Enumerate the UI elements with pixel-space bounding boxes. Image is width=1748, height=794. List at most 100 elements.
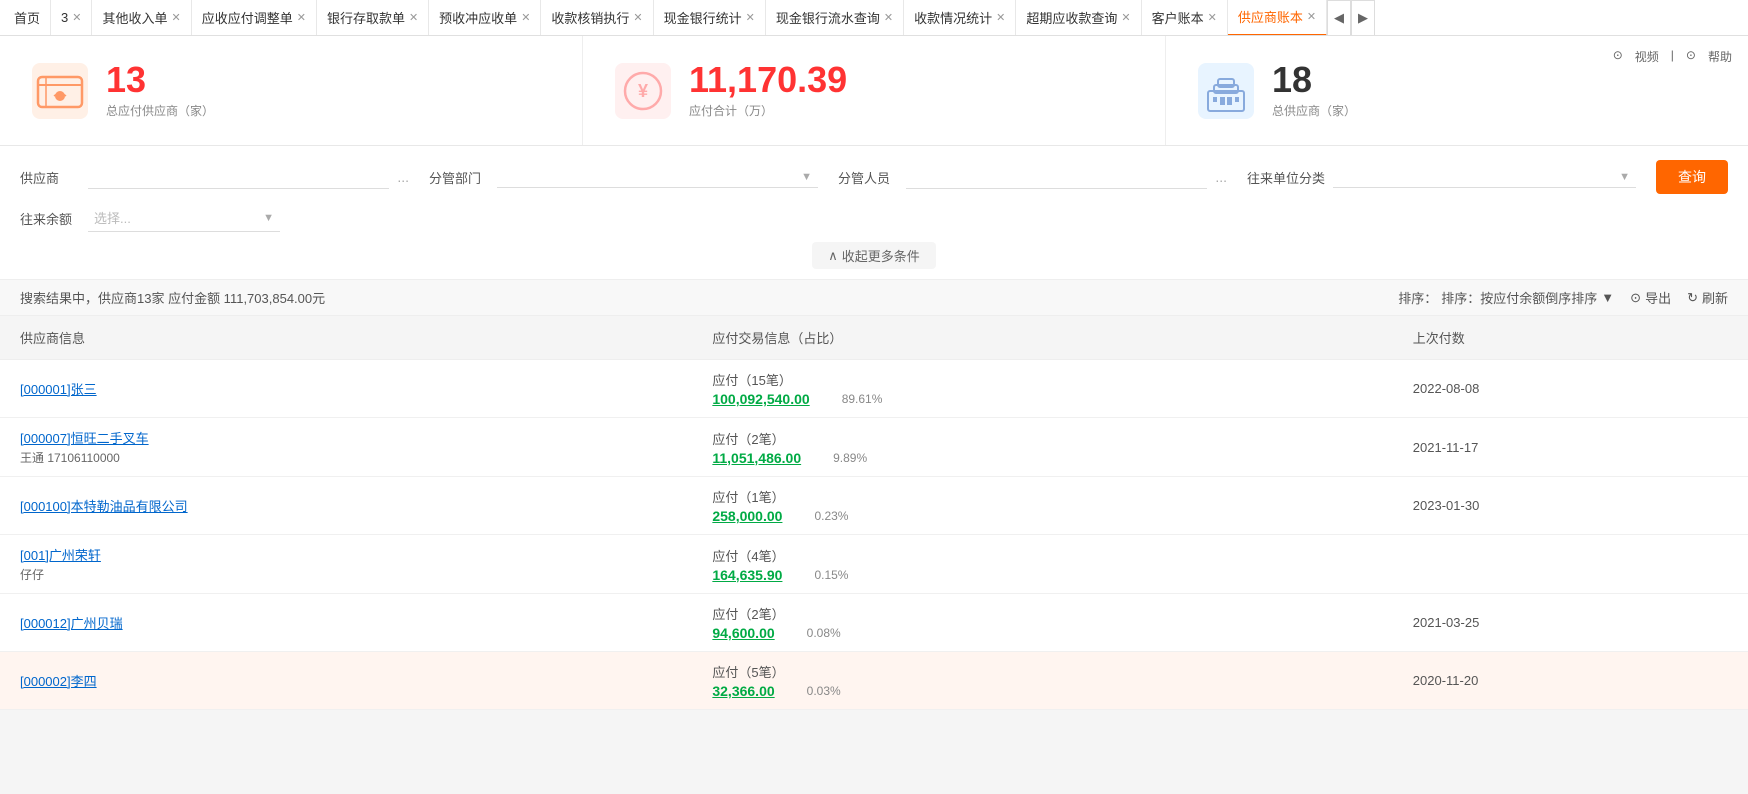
category-label: 往来单位分类 <box>1247 168 1325 187</box>
person-dots[interactable]: ... <box>1215 169 1227 185</box>
refresh-button[interactable]: ↻ 刷新 <box>1687 288 1728 307</box>
balance-select[interactable]: 选择... ▼ <box>88 204 280 232</box>
video-link[interactable]: 视频 <box>1635 48 1659 65</box>
close-tab-cash-bank-stat[interactable]: ✕ <box>746 11 755 24</box>
col-header-tx: 应付交易信息（占比） <box>692 316 1392 360</box>
tab-supplier-account[interactable]: 供应商账本 ✕ <box>1228 0 1327 36</box>
tab-collection-stat[interactable]: 收款情况统计 ✕ <box>904 0 1016 36</box>
close-tab-3[interactable]: ✕ <box>72 11 81 24</box>
svg-text:¥: ¥ <box>638 81 648 101</box>
tx-label: 应付（2笔） <box>712 604 1372 623</box>
close-tab-overdue[interactable]: ✕ <box>1121 11 1130 24</box>
filter-category: 往来单位分类 ▼ <box>1247 167 1636 188</box>
last-payment-cell: 2021-11-17 <box>1393 418 1748 477</box>
collapse-button[interactable]: ∧ 收起更多条件 <box>812 242 936 269</box>
result-actions: 排序： 排序：按应付余额倒序排序 ▼ ⊙ 导出 ↻ 刷新 <box>1398 288 1728 307</box>
col-header-last-payment: 上次付数 <box>1393 316 1748 360</box>
dept-select[interactable]: ▼ <box>497 167 818 188</box>
sort-select[interactable]: 排序： 排序：按应付余额倒序排序 ▼ <box>1398 288 1614 307</box>
close-tab-customer-account[interactable]: ✕ <box>1208 11 1217 24</box>
amount-link[interactable]: 11,051,486.00 <box>712 450 801 466</box>
last-payment-cell: 2023-01-30 <box>1393 477 1748 535</box>
query-button[interactable]: 查询 <box>1656 160 1728 194</box>
tx-percentage: 89.61% <box>842 392 883 406</box>
supplier-dots[interactable]: ... <box>397 169 409 185</box>
tab-adjustment[interactable]: 应收应付调整单 ✕ <box>192 0 317 36</box>
close-tab-prepay[interactable]: ✕ <box>521 11 530 24</box>
close-tab-collection[interactable]: ✕ <box>633 11 642 24</box>
nav-arrow-left[interactable]: ◀ <box>1327 0 1351 36</box>
amount-link[interactable]: 100,092,540.00 <box>712 391 809 407</box>
filter-area: 供应商 ... 分管部门 ▼ 分管人员 ... 往来单位分类 ▼ 查询 <box>0 146 1748 280</box>
supplier-link[interactable]: [001]广州荣轩 <box>20 548 101 563</box>
supplier-link[interactable]: [000012]广州贝瑞 <box>20 616 123 631</box>
close-tab-collection-stat[interactable]: ✕ <box>996 11 1005 24</box>
supplier-link[interactable]: [000002]李四 <box>20 674 97 689</box>
close-tab-supplier-account[interactable]: ✕ <box>1307 10 1316 23</box>
top-right-links: ⊙ 视频 | ⊙ 帮助 <box>1613 48 1732 65</box>
payable-suppliers-number: 13 <box>106 62 214 98</box>
total-suppliers-number: 18 <box>1272 62 1356 98</box>
last-payment-date: 2021-11-17 <box>1413 440 1479 455</box>
balance-chevron-down-icon: ▼ <box>263 212 274 224</box>
tab-customer-account[interactable]: 客户账本 ✕ <box>1142 0 1228 36</box>
help-link[interactable]: 帮助 <box>1708 48 1732 65</box>
tab-collection[interactable]: 收款核销执行 ✕ <box>541 0 653 36</box>
tx-cell: 应付（2笔） 11,051,486.00 9.89% <box>692 418 1392 477</box>
filter-person: 分管人员 ... <box>838 165 1227 189</box>
supplier-link[interactable]: [000100]本特勒油品有限公司 <box>20 499 188 514</box>
tab-home[interactable]: 首页 <box>4 0 51 36</box>
close-tab-bank-deposit[interactable]: ✕ <box>409 11 418 24</box>
export-icon: ⊙ <box>1630 290 1641 306</box>
supplier-input[interactable] <box>88 165 389 189</box>
tab-bank-deposit[interactable]: 银行存取款单 ✕ <box>317 0 429 36</box>
payable-suppliers-label: 总应付供应商（家） <box>106 102 214 119</box>
close-tab-cash-flow[interactable]: ✕ <box>884 11 893 24</box>
supplier-link[interactable]: [000001]张三 <box>20 382 97 397</box>
last-payment-date: 2021-03-25 <box>1413 615 1480 630</box>
category-select[interactable]: ▼ <box>1333 167 1636 188</box>
balance-label: 往来余额 <box>20 209 80 228</box>
close-tab-other-income[interactable]: ✕ <box>171 11 180 24</box>
export-button[interactable]: ⊙ 导出 <box>1630 288 1671 307</box>
stats-bar: 13 总应付供应商（家） ¥ 11,170.39 应付合计（万） <box>0 36 1748 146</box>
tx-label: 应付（2笔） <box>712 429 1372 448</box>
supplier-cell: [000001]张三 <box>0 360 692 418</box>
last-payment-cell: 2022-08-08 <box>1393 360 1748 418</box>
collapse-icon: ∧ <box>828 248 838 264</box>
tab-3[interactable]: 3 ✕ <box>51 0 92 36</box>
tx-label: 应付（4笔） <box>712 546 1372 565</box>
tx-label: 应付（5笔） <box>712 662 1372 681</box>
stat-info-payable-suppliers: 13 总应付供应商（家） <box>106 62 214 119</box>
tab-overdue[interactable]: 超期应收款查询 ✕ <box>1016 0 1141 36</box>
person-input[interactable] <box>906 165 1207 189</box>
category-chevron-down-icon: ▼ <box>1619 171 1630 183</box>
last-payment-date: 2020-11-20 <box>1413 673 1479 688</box>
dept-chevron-down-icon: ▼ <box>801 171 812 183</box>
amount-link[interactable]: 164,635.90 <box>712 567 782 583</box>
tab-other-income[interactable]: 其他收入单 ✕ <box>92 0 191 36</box>
total-suppliers-label: 总供应商（家） <box>1272 102 1356 119</box>
tx-cell: 应付（1笔）258,000.000.23% <box>692 477 1392 535</box>
tab-cash-flow[interactable]: 现金银行流水查询 ✕ <box>766 0 904 36</box>
tx-percentage: 0.23% <box>814 509 848 523</box>
tab-prepay[interactable]: 预收冲应收单 ✕ <box>429 0 541 36</box>
amount-link[interactable]: 32,366.00 <box>712 683 774 699</box>
tab-cash-bank-stat[interactable]: 现金银行统计 ✕ <box>654 0 766 36</box>
table-row: [000007]恒旺二手叉车王通 17106110000 应付（2笔） 11,051… <box>0 418 1748 477</box>
supplier-table: 供应商信息 应付交易信息（占比） 上次付数 [000001]张三应付（15笔）1… <box>0 316 1748 710</box>
supplier-link[interactable]: [000007]恒旺二手叉车 <box>20 431 149 446</box>
close-tab-adjustment[interactable]: ✕ <box>297 11 306 24</box>
last-payment-date: 2023-01-30 <box>1413 498 1480 513</box>
amount-link[interactable]: 258,000.00 <box>712 508 782 524</box>
nav-arrow-right[interactable]: ▶ <box>1351 0 1375 36</box>
video-icon: ⊙ <box>1613 48 1623 65</box>
person-label: 分管人员 <box>838 168 898 187</box>
col-header-supplier: 供应商信息 <box>0 316 692 360</box>
filter-row-2: 往来余额 选择... ▼ <box>20 204 1728 232</box>
amount-link[interactable]: 94,600.00 <box>712 625 774 641</box>
result-info: 搜索结果中，供应商13家 应付金额 111,703,854.00元 <box>20 288 325 307</box>
total-suppliers-icon <box>1196 61 1256 121</box>
tx-percentage: 9.89% <box>833 451 867 465</box>
supplier-cell: [000007]恒旺二手叉车王通 17106110000 <box>0 418 692 477</box>
